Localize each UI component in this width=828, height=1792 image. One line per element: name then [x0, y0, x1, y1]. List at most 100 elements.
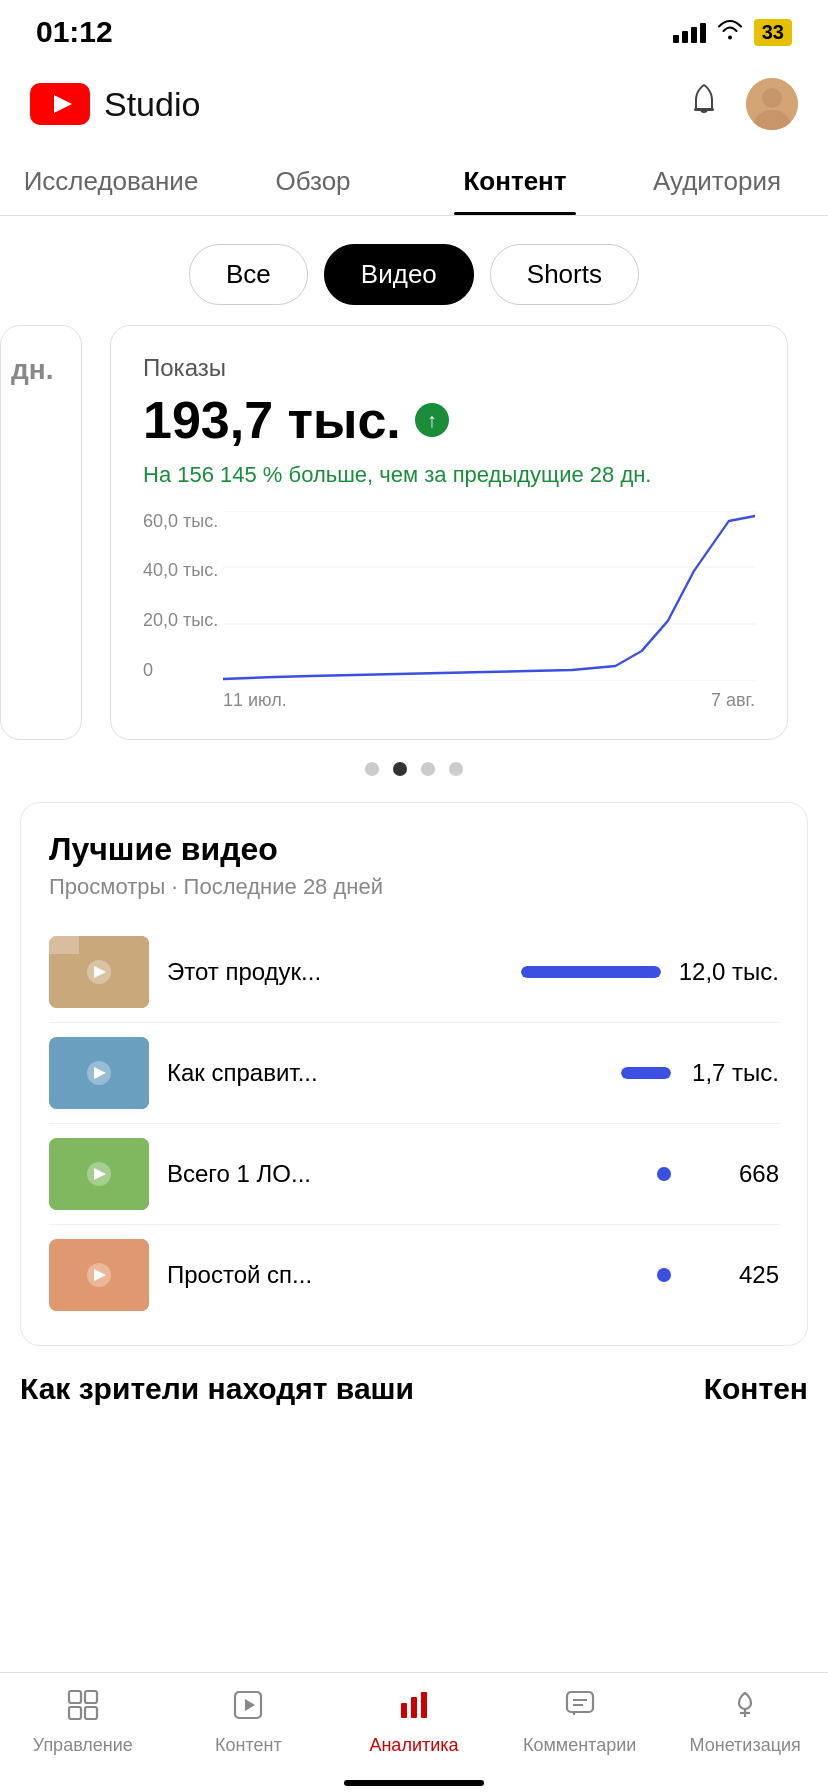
video-row-1[interactable]: Этот продук... 12,0 тыс.	[49, 922, 779, 1023]
card-value-row: 193,7 тыс. ↑	[143, 390, 755, 450]
dot-4[interactable]	[449, 762, 463, 776]
app-header: Studio	[0, 60, 828, 148]
filter-all-button[interactable]: Все	[189, 244, 308, 305]
best-videos-title: Лучшие видео	[49, 831, 779, 868]
video-row-3[interactable]: Всего 1 ЛО... 668	[49, 1124, 779, 1225]
monetization-icon	[729, 1689, 761, 1729]
dot-2[interactable]	[393, 762, 407, 776]
signal-bars-icon	[673, 21, 706, 43]
metrics-cards-area: дн. Показы 193,7 тыс. ↑ На 156 145 % бол…	[0, 325, 828, 740]
nav-item-content[interactable]: Контент	[166, 1673, 332, 1772]
carousel-dots	[0, 740, 828, 792]
bottom-navigation: Управление Контент Аналитика	[0, 1672, 828, 1792]
svg-rect-31	[421, 1692, 427, 1718]
metrics-impressions-card: Показы 193,7 тыс. ↑ На 156 145 % больше,…	[110, 325, 788, 740]
bar-container-2	[621, 1067, 671, 1079]
nav-item-analytics[interactable]: Аналитика	[331, 1673, 497, 1772]
svg-rect-23	[69, 1691, 81, 1703]
dot-indicator-4	[657, 1268, 671, 1282]
video-bar-1	[521, 966, 661, 978]
tab-overview[interactable]: Обзор	[212, 148, 414, 215]
bar-fill-1	[521, 966, 661, 978]
status-time: 01:12	[36, 15, 113, 49]
nav-label-management: Управление	[33, 1735, 133, 1756]
chart-x-labels: 11 июл. 7 авг.	[223, 690, 755, 711]
video-title-1: Этот продук...	[167, 958, 503, 986]
svg-rect-26	[85, 1707, 97, 1719]
video-count-3: 668	[689, 1160, 779, 1188]
best-videos-subtitle: Просмотры · Последние 28 дней	[49, 874, 779, 900]
tab-navigation: Исследование Обзор Контент Аудитория	[0, 148, 828, 216]
svg-rect-13	[49, 936, 79, 954]
logo-area: Studio	[30, 83, 200, 125]
filter-video-button[interactable]: Видео	[324, 244, 474, 305]
youtube-logo-icon	[30, 83, 90, 125]
avatar[interactable]	[746, 78, 798, 130]
content-icon	[232, 1689, 264, 1729]
video-thumb-2	[49, 1037, 149, 1109]
video-count-4: 425	[689, 1261, 779, 1289]
x-label-end: 7 авг.	[711, 690, 755, 711]
video-thumb-3	[49, 1138, 149, 1210]
svg-rect-32	[567, 1692, 593, 1712]
chart-svg-wrap	[223, 511, 755, 681]
video-thumb-1	[49, 936, 149, 1008]
best-videos-card: Лучшие видео Просмотры · Последние 28 дн…	[20, 802, 808, 1346]
management-icon	[67, 1689, 99, 1729]
trend-up-icon: ↑	[415, 403, 449, 437]
tab-research[interactable]: Исследование	[10, 148, 212, 215]
wifi-icon	[716, 18, 744, 46]
studio-label: Studio	[104, 85, 200, 124]
nav-item-comments[interactable]: Комментарии	[497, 1673, 663, 1772]
svg-rect-2	[694, 108, 714, 111]
nav-label-content: Контент	[215, 1735, 282, 1756]
video-row-2[interactable]: Как справит... 1,7 тыс.	[49, 1023, 779, 1124]
dot-indicator-3	[657, 1167, 671, 1181]
x-label-start: 11 июл.	[223, 690, 287, 711]
nav-label-monetization: Монетизация	[690, 1735, 801, 1756]
analytics-icon	[398, 1689, 430, 1729]
bottom-section-title: Как зрители находят ваши	[20, 1362, 684, 1406]
video-count-1: 12,0 тыс.	[679, 958, 779, 986]
video-row-4[interactable]: Простой сп... 425	[49, 1225, 779, 1325]
home-indicator	[344, 1780, 484, 1786]
dot-3[interactable]	[421, 762, 435, 776]
video-bar-2	[621, 1067, 671, 1079]
video-dot-3	[657, 1167, 671, 1181]
tab-audience[interactable]: Аудитория	[616, 148, 818, 215]
y-label-40k: 40,0 тыс.	[143, 560, 218, 581]
header-actions	[686, 78, 798, 130]
y-label-20k: 20,0 тыс.	[143, 610, 218, 631]
bar-container-1	[521, 966, 661, 978]
svg-rect-24	[85, 1691, 97, 1703]
battery-indicator: 33	[754, 19, 792, 46]
impressions-value: 193,7 тыс.	[143, 390, 401, 450]
video-title-3: Всего 1 ЛО...	[167, 1160, 639, 1188]
video-dot-4	[657, 1268, 671, 1282]
y-label-60k: 60,0 тыс.	[143, 511, 218, 532]
nav-item-monetization[interactable]: Монетизация	[662, 1673, 828, 1772]
y-label-0: 0	[143, 660, 218, 681]
svg-rect-30	[411, 1697, 417, 1718]
filter-bar: Все Видео Shorts	[0, 216, 828, 325]
svg-rect-29	[401, 1703, 407, 1718]
nav-label-analytics: Аналитика	[369, 1735, 458, 1756]
nav-label-comments: Комментарии	[523, 1735, 636, 1756]
impressions-subtext: На 156 145 % больше, чем за предыдущие 2…	[143, 460, 755, 491]
notification-bell-icon[interactable]	[686, 82, 722, 126]
video-title-4: Простой сп...	[167, 1261, 639, 1289]
bottom-content-label: Контен	[704, 1362, 808, 1406]
status-bar: 01:12 33	[0, 0, 828, 60]
bar-fill-2	[621, 1067, 671, 1079]
svg-marker-28	[245, 1699, 255, 1711]
bottom-preview-section: Как зрители находят ваши	[20, 1362, 684, 1412]
status-icons: 33	[673, 18, 792, 46]
nav-item-management[interactable]: Управление	[0, 1673, 166, 1772]
svg-point-4	[762, 88, 782, 108]
video-count-2: 1,7 тыс.	[689, 1059, 779, 1087]
dot-1[interactable]	[365, 762, 379, 776]
filter-shorts-button[interactable]: Shorts	[490, 244, 639, 305]
card-label-impressions: Показы	[143, 354, 755, 382]
impressions-chart: 60,0 тыс. 40,0 тыс. 20,0 тыс. 0	[143, 511, 755, 711]
tab-content[interactable]: Контент	[414, 148, 616, 215]
